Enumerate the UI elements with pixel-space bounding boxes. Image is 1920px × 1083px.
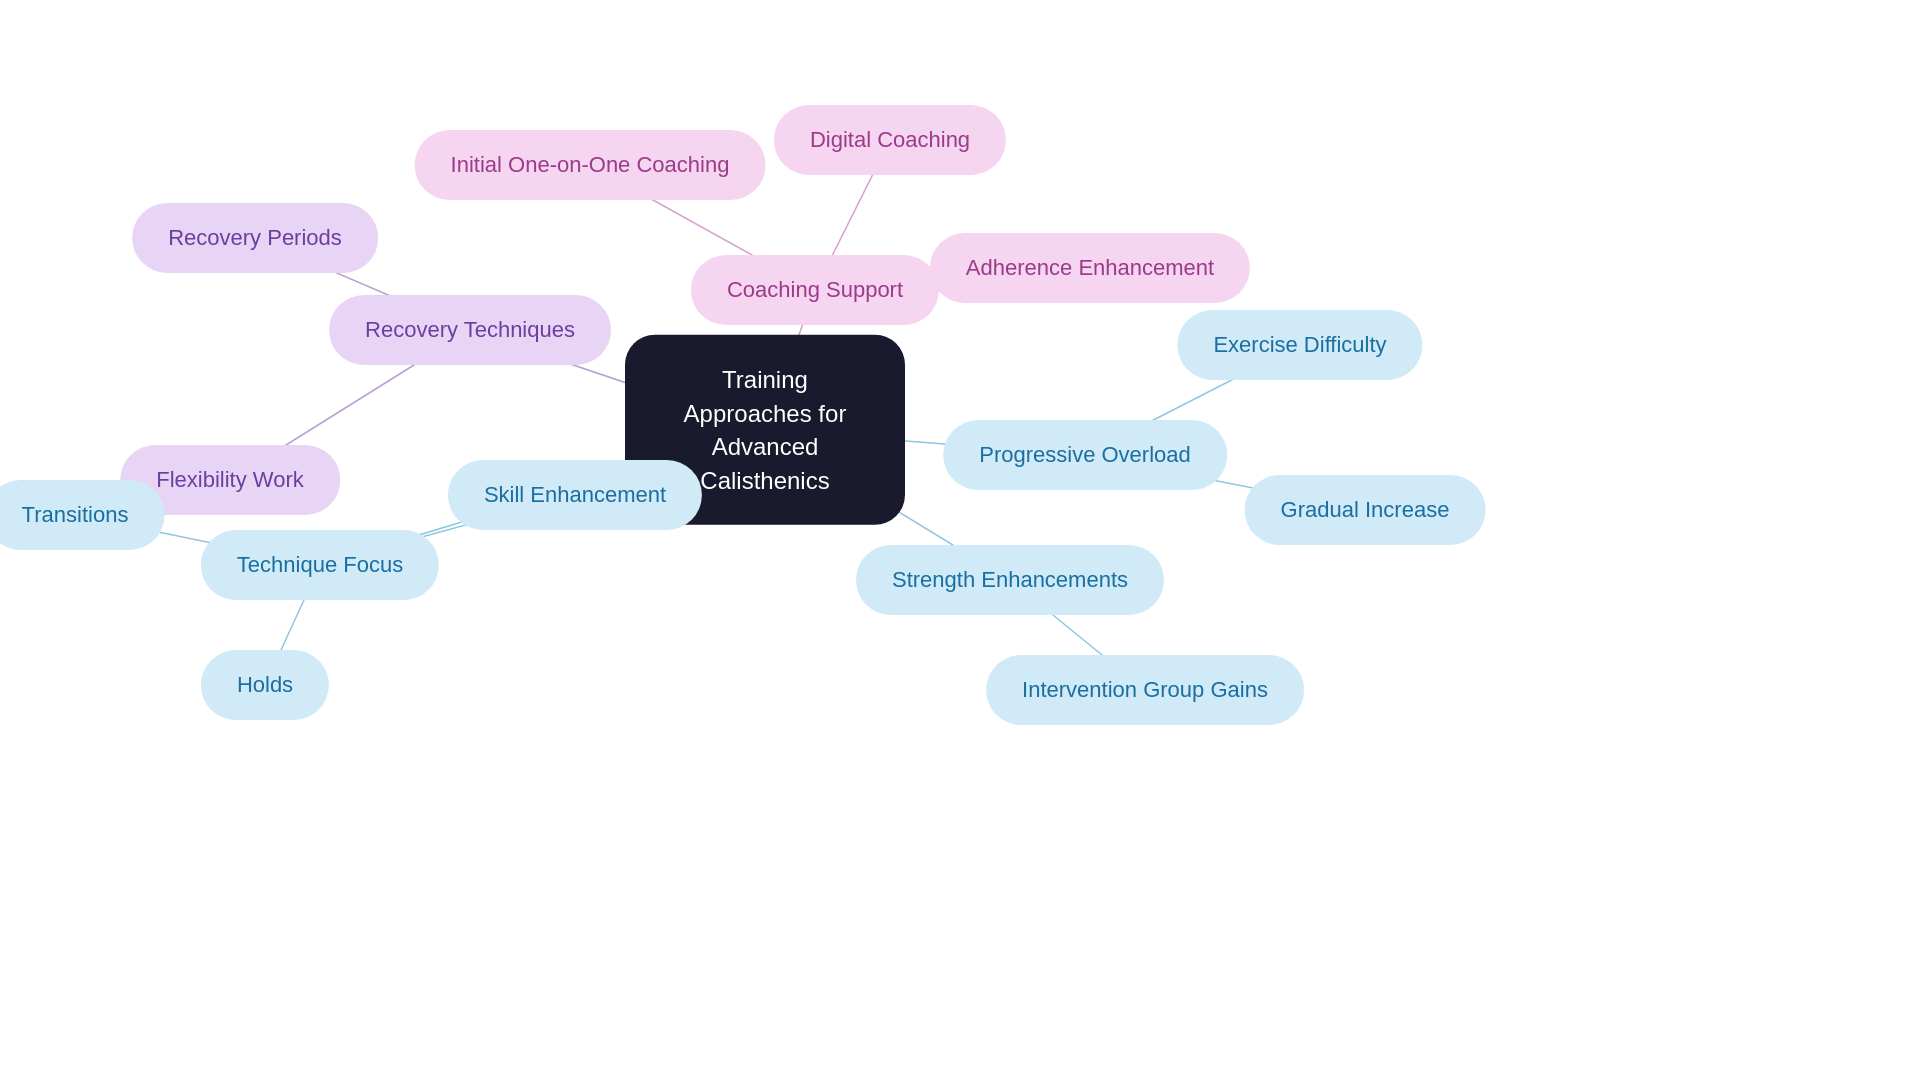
node-strength-enhancements[interactable]: Strength Enhancements [856,545,1164,615]
mindmap-canvas: Training Approaches for Advanced Calisth… [0,0,1920,1083]
node-adherence-enhancement[interactable]: Adherence Enhancement [930,233,1250,303]
node-technique-focus[interactable]: Technique Focus [201,530,439,600]
node-skill-enhancement[interactable]: Skill Enhancement [448,460,702,530]
node-coaching-support[interactable]: Coaching Support [691,255,939,325]
node-digital-coaching[interactable]: Digital Coaching [774,105,1006,175]
node-intervention-group-gains[interactable]: Intervention Group Gains [986,655,1304,725]
node-gradual-increase[interactable]: Gradual Increase [1245,475,1486,545]
node-recovery-periods[interactable]: Recovery Periods [132,203,378,273]
node-exercise-difficulty[interactable]: Exercise Difficulty [1177,310,1422,380]
node-recovery-techniques[interactable]: Recovery Techniques [329,295,611,365]
node-transitions[interactable]: Transitions [0,480,164,550]
node-progressive-overload[interactable]: Progressive Overload [943,420,1227,490]
node-initial-coaching[interactable]: Initial One-on-One Coaching [415,130,766,200]
node-holds[interactable]: Holds [201,650,329,720]
